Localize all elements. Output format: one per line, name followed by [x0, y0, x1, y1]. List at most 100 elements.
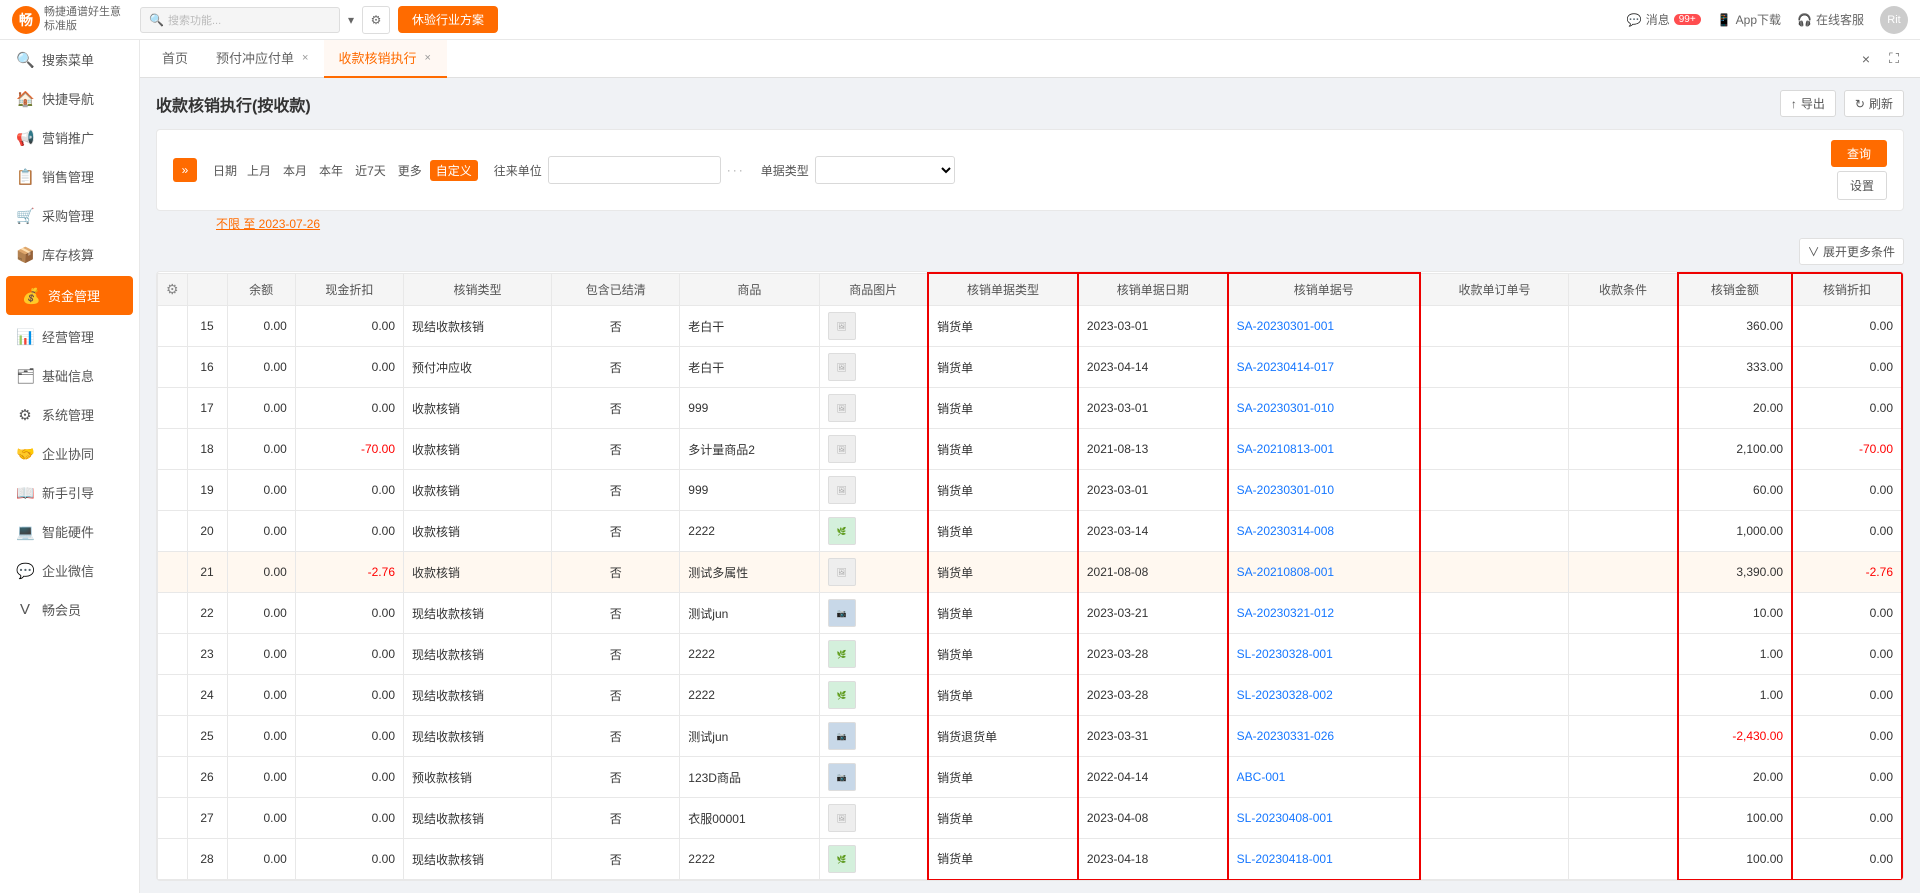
row-num-cell: 17 [187, 388, 227, 429]
date-opt-more[interactable]: 更多 [394, 160, 426, 181]
receipt-order-no-cell [1420, 388, 1569, 429]
sidebar-item-guide[interactable]: 📖 新手引导 [0, 473, 139, 512]
bill-type-select[interactable] [815, 156, 955, 184]
col-cancel-discount: 核销折扣 [1792, 273, 1902, 306]
sidebar-item-basic-info[interactable]: 🗂 基础信息 [0, 356, 139, 395]
sidebar-item-inventory[interactable]: 📦 库存核算 [0, 235, 139, 274]
settings-col [158, 306, 188, 347]
date-opt-last-month[interactable]: 上月 [243, 160, 275, 181]
receipt-order-no-cell [1420, 347, 1569, 388]
date-filter-group: 日期 上月 本月 本年 近7天 更多 自定义 [213, 160, 478, 181]
maximize-btn[interactable]: ⛶ [1884, 49, 1904, 69]
goods-cell: 测试jun [680, 593, 819, 634]
date-options: 上月 本月 本年 近7天 更多 自定义 [243, 160, 478, 181]
tab-receipt-cancel[interactable]: 收款核销执行 × [324, 40, 446, 78]
cancel-bill-no-cell[interactable]: SL-20230328-001 [1228, 634, 1420, 675]
sidebar-item-enterprise[interactable]: 🤝 企业协同 [0, 434, 139, 473]
date-opt-custom[interactable]: 自定义 [430, 160, 478, 181]
cancel-amount-cell: 333.00 [1678, 347, 1792, 388]
refresh-btn[interactable]: ↻ 刷新 [1844, 90, 1904, 117]
sidebar-item-wechat[interactable]: 💬 企业微信 [0, 551, 139, 590]
cancel-bill-no-cell[interactable]: SA-20210808-001 [1228, 552, 1420, 593]
table-row: 220.000.00现结收款核销否测试jun📷销货单2023-03-21SA-2… [158, 593, 1903, 634]
cancel-bill-type-cell: 销货单 [928, 388, 1078, 429]
cancel-bill-no-cell[interactable]: SA-20230331-026 [1228, 716, 1420, 757]
cancel-bill-type-cell: 销货单 [928, 839, 1078, 880]
sidebar-item-quick-nav[interactable]: 🏠 快捷导航 [0, 79, 139, 118]
dropdown-toggle[interactable]: ▾ [348, 13, 354, 27]
cash-discount-cell: 0.00 [295, 839, 403, 880]
sidebar-item-sales[interactable]: 📋 销售管理 [0, 157, 139, 196]
cancel-amount-cell: 3,390.00 [1678, 552, 1792, 593]
app-download-btn[interactable]: 📱 App下载 [1717, 11, 1781, 28]
cancel-bill-no-cell[interactable]: SL-20230418-001 [1228, 839, 1420, 880]
date-opt-7days[interactable]: 近7天 [351, 160, 390, 181]
cancel-bill-no-cell[interactable]: SA-20230301-010 [1228, 388, 1420, 429]
sidebar-item-smart-hw[interactable]: 💻 智能硬件 [0, 512, 139, 551]
settings-gear-btn[interactable]: ⚙ [362, 6, 390, 34]
tab-home[interactable]: 首页 [148, 40, 202, 78]
receipt-condition-cell [1569, 839, 1678, 880]
cancel-bill-no-cell[interactable]: SA-20210813-001 [1228, 429, 1420, 470]
logo-text: 畅捷通谱好生意 标准版 [44, 6, 121, 32]
sidebar-item-vip[interactable]: V 畅会员 [0, 590, 139, 629]
export-btn[interactable]: ↑ 导出 [1780, 90, 1836, 117]
cash-discount-cell: 0.00 [295, 388, 403, 429]
online-service-btn[interactable]: 🎧 在线客服 [1797, 11, 1864, 28]
industry-solution-btn[interactable]: 休验行业方案 [398, 6, 498, 33]
sidebar-item-operations[interactable]: 📊 经营管理 [0, 317, 139, 356]
cancel-bill-no-cell[interactable]: SA-20230414-017 [1228, 347, 1420, 388]
goods-cell: 2222 [680, 511, 819, 552]
balance-cell: 0.00 [227, 388, 295, 429]
date-opt-this-year[interactable]: 本年 [315, 160, 347, 181]
cancel-bill-no-cell[interactable]: SA-20230301-010 [1228, 470, 1420, 511]
cash-discount-cell: -2.76 [295, 552, 403, 593]
cancel-bill-no-cell[interactable]: SL-20230328-002 [1228, 675, 1420, 716]
tab-prepay-close[interactable]: × [300, 52, 310, 64]
partner-filter-group: 往来单位 ··· [494, 156, 745, 184]
tab-prepay[interactable]: 预付冲应付单 × [202, 40, 324, 78]
col-settings[interactable]: ⚙ [158, 273, 188, 306]
tab-receipt-cancel-close[interactable]: × [422, 52, 432, 64]
cancel-bill-no-cell[interactable]: ABC-001 [1228, 757, 1420, 798]
sidebar-item-purchase[interactable]: 🛒 采购管理 [0, 196, 139, 235]
cancel-bill-no-cell[interactable]: SA-20230301-001 [1228, 306, 1420, 347]
sidebar-item-system[interactable]: ⚙ 系统管理 [0, 395, 139, 434]
include-cleared-cell: 否 [552, 634, 680, 675]
cancel-bill-date-cell: 2021-08-13 [1078, 429, 1228, 470]
balance-cell: 0.00 [227, 634, 295, 675]
cancel-amount-cell: 20.00 [1678, 757, 1792, 798]
include-cleared-cell: 否 [552, 675, 680, 716]
close-tab-btn[interactable]: × [1856, 49, 1876, 69]
sidebar-item-marketing[interactable]: 📢 营销推广 [0, 118, 139, 157]
message-icon: 💬 [1627, 13, 1642, 27]
cancel-type-cell: 现结收款核销 [404, 798, 552, 839]
sidebar-item-label: 基础信息 [42, 366, 94, 385]
filter-settings-btn[interactable]: 设置 [1837, 171, 1887, 200]
cancel-bill-no-cell[interactable]: SA-20230314-008 [1228, 511, 1420, 552]
cancel-bill-date-cell: 2023-03-21 [1078, 593, 1228, 634]
sidebar-item-search-menu[interactable]: 🔍 搜索菜单 [0, 40, 139, 79]
partner-input[interactable] [548, 156, 721, 184]
search-box: 🔍 搜索功能... [140, 7, 340, 33]
sidebar-item-label: 库存核算 [42, 245, 94, 264]
filter-toggle-btn[interactable]: » [173, 158, 197, 182]
expand-conditions-btn[interactable]: ∨ 展开更多条件 [1799, 238, 1904, 265]
row-num-cell: 26 [187, 757, 227, 798]
tab-receipt-cancel-label: 收款核销执行 [338, 48, 416, 67]
user-profile[interactable]: Rit [1880, 6, 1908, 34]
settings-col [158, 429, 188, 470]
query-btn[interactable]: 查询 [1831, 140, 1887, 167]
messages-btn[interactable]: 💬 消息 99+ [1627, 11, 1701, 28]
data-table: ⚙ 余额 现金折扣 核销类型 包含已结清 商品 商品图片 核销单据类型 核销单据… [157, 272, 1903, 881]
sidebar-item-finance[interactable]: 💰 资金管理 [6, 276, 133, 315]
cancel-bill-no-cell[interactable]: SL-20230408-001 [1228, 798, 1420, 839]
chevron-down-icon: ▾ [348, 13, 354, 27]
receipt-condition-cell [1569, 347, 1678, 388]
goods-cell: 2222 [680, 634, 819, 675]
settings-col [158, 798, 188, 839]
cancel-discount-cell: -70.00 [1792, 429, 1902, 470]
date-opt-this-month[interactable]: 本月 [279, 160, 311, 181]
row-num-cell: 18 [187, 429, 227, 470]
cancel-bill-no-cell[interactable]: SA-20230321-012 [1228, 593, 1420, 634]
